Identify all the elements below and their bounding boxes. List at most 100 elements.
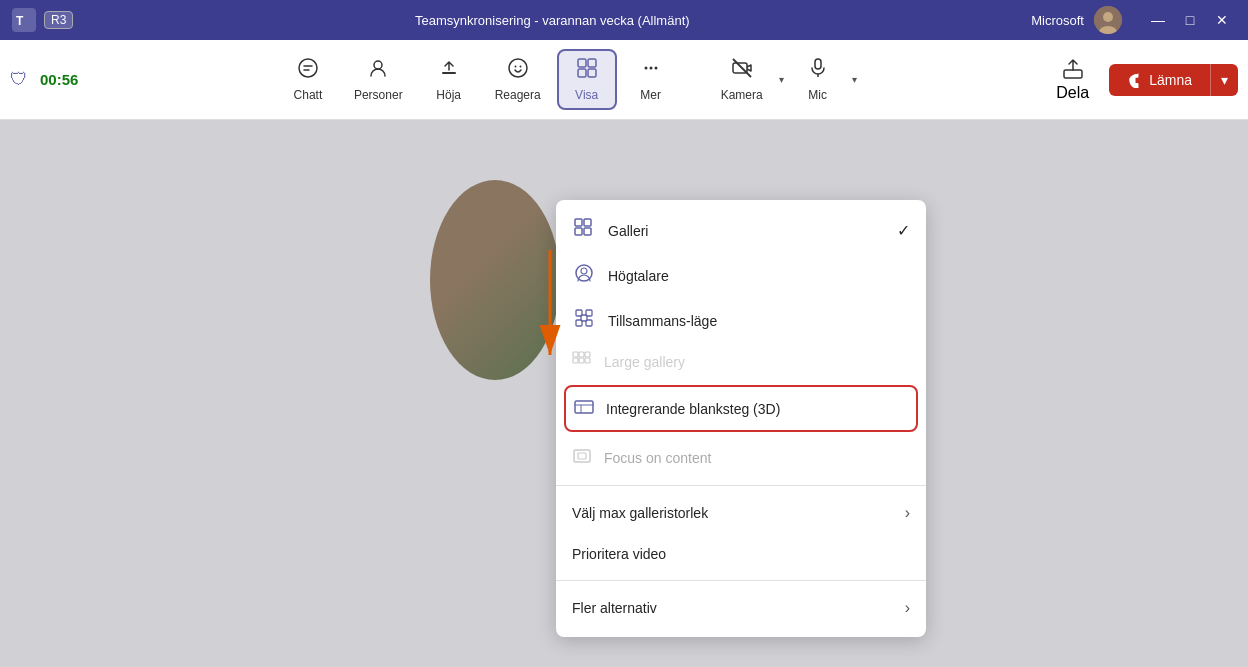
galleri-label: Galleri	[608, 223, 648, 239]
menu-item-large-gallery[interactable]: Large gallery	[556, 343, 926, 381]
reagera-button[interactable]: Reagera	[483, 51, 553, 108]
svg-rect-38	[585, 358, 590, 363]
personer-label: Personer	[354, 88, 403, 102]
mic-label: Mic	[808, 88, 827, 102]
toolbar: 🛡 00:56 Chatt Personer Höja	[0, 40, 1248, 120]
svg-point-3	[1103, 12, 1113, 22]
svg-point-6	[374, 61, 382, 69]
visa-button[interactable]: Visa	[557, 49, 617, 110]
menu-item-galleri[interactable]: Galleri ✓	[556, 208, 926, 253]
mic-chevron-icon[interactable]: ▾	[852, 74, 857, 85]
teams-logo-icon: T	[12, 8, 36, 32]
mic-button[interactable]: Mic	[788, 51, 848, 108]
svg-point-9	[514, 66, 516, 68]
visa-label: Visa	[575, 88, 598, 102]
mic-icon	[807, 57, 829, 84]
annotation-arrow	[520, 250, 580, 374]
chatt-label: Chatt	[294, 88, 323, 102]
svg-rect-22	[575, 219, 582, 226]
more-alt-arrow-icon: ›	[905, 599, 910, 617]
svg-line-18	[733, 59, 751, 77]
leave-label: Lämna	[1149, 72, 1192, 88]
hoja-label: Höja	[436, 88, 461, 102]
max-gallery-arrow-icon: ›	[905, 504, 910, 522]
maximize-button[interactable]: □	[1176, 6, 1204, 34]
chatt-icon	[297, 57, 319, 84]
integrerande-icon	[574, 397, 594, 420]
title-bar: T R3 Teamsynkronisering - varannan vecka…	[0, 0, 1248, 40]
dela-label: Dela	[1056, 84, 1089, 102]
personer-icon	[367, 57, 389, 84]
svg-point-17	[654, 67, 657, 70]
galleri-check-icon: ✓	[897, 221, 910, 240]
svg-rect-12	[588, 59, 596, 67]
svg-rect-24	[575, 228, 582, 235]
hogtalare-label: Högtalare	[608, 268, 669, 284]
svg-rect-25	[584, 228, 591, 235]
leave-button-group: Lämna ▾	[1109, 64, 1238, 96]
mer-label: Mer	[640, 88, 661, 102]
menu-item-focus: Focus on content	[556, 436, 926, 479]
toolbar-center: Chatt Personer Höja Reagera	[90, 49, 1044, 110]
view-dropdown-menu: Galleri ✓ Högtalare Tillsammans-läge Lar…	[556, 200, 926, 637]
svg-rect-35	[585, 352, 590, 357]
phone-end-icon	[1127, 72, 1143, 88]
svg-point-10	[519, 66, 521, 68]
personer-button[interactable]: Personer	[342, 51, 415, 108]
title-bar-right: Microsoft — □ ✕	[1031, 6, 1236, 34]
menu-item-hogtalare[interactable]: Högtalare	[556, 253, 926, 298]
svg-rect-14	[588, 69, 596, 77]
focus-icon	[572, 446, 592, 469]
more-alt-label: Fler alternativ	[572, 600, 657, 616]
shield-icon: 🛡	[10, 69, 28, 90]
window-title: Teamsynkronisering - varannan vecka (All…	[415, 13, 690, 28]
svg-rect-7	[442, 72, 456, 74]
kamera-label: Kamera	[721, 88, 763, 102]
focus-label: Focus on content	[604, 450, 711, 466]
hoja-button[interactable]: Höja	[419, 51, 479, 108]
svg-rect-19	[815, 59, 821, 69]
svg-rect-43	[578, 453, 586, 459]
menu-item-prioritize[interactable]: Prioritera video	[556, 534, 926, 574]
svg-rect-39	[575, 401, 593, 413]
svg-rect-21	[1064, 70, 1082, 78]
svg-rect-11	[578, 59, 586, 67]
visa-icon	[576, 57, 598, 84]
minimize-button[interactable]: —	[1144, 6, 1172, 34]
close-button[interactable]: ✕	[1208, 6, 1236, 34]
menu-divider-1	[556, 485, 926, 486]
svg-rect-42	[574, 450, 590, 462]
leave-dropdown-button[interactable]: ▾	[1210, 64, 1238, 96]
reagera-label: Reagera	[495, 88, 541, 102]
prioritize-label: Prioritera video	[572, 546, 666, 562]
toolbar-left: 🛡 00:56	[10, 69, 90, 90]
reagera-icon	[507, 57, 529, 84]
max-gallery-label: Välj max galleristorlek	[572, 505, 708, 521]
menu-item-tillsammans[interactable]: Tillsammans-läge	[556, 298, 926, 343]
large-gallery-label: Large gallery	[604, 354, 685, 370]
menu-item-more-alt[interactable]: Fler alternativ ›	[556, 587, 926, 629]
call-timer: 00:56	[40, 71, 78, 88]
kamera-icon	[731, 57, 753, 84]
mer-button[interactable]: Mer	[621, 51, 681, 108]
toolbar-right: Dela Lämna ▾	[1044, 52, 1238, 108]
menu-divider-2	[556, 580, 926, 581]
svg-point-27	[581, 268, 587, 274]
kamera-button[interactable]: Kamera	[709, 51, 775, 108]
main-area: Galleri ✓ Högtalare Tillsammans-läge Lar…	[0, 120, 1248, 667]
svg-point-16	[649, 67, 652, 70]
svg-rect-23	[584, 219, 591, 226]
dela-button[interactable]: Dela	[1044, 52, 1101, 108]
chatt-button[interactable]: Chatt	[278, 51, 338, 108]
menu-item-integrerande[interactable]: Integrerande blanksteg (3D)	[564, 385, 918, 432]
avatar[interactable]	[1094, 6, 1122, 34]
svg-point-15	[644, 67, 647, 70]
svg-point-5	[299, 59, 317, 77]
dela-icon	[1062, 58, 1084, 80]
kamera-chevron-icon[interactable]: ▾	[779, 74, 784, 85]
menu-item-max-gallery[interactable]: Välj max galleristorlek ›	[556, 492, 926, 534]
title-bar-left: T R3	[12, 8, 73, 32]
hoja-icon	[438, 57, 460, 84]
r3-badge: R3	[44, 11, 73, 29]
leave-button[interactable]: Lämna	[1109, 64, 1210, 96]
